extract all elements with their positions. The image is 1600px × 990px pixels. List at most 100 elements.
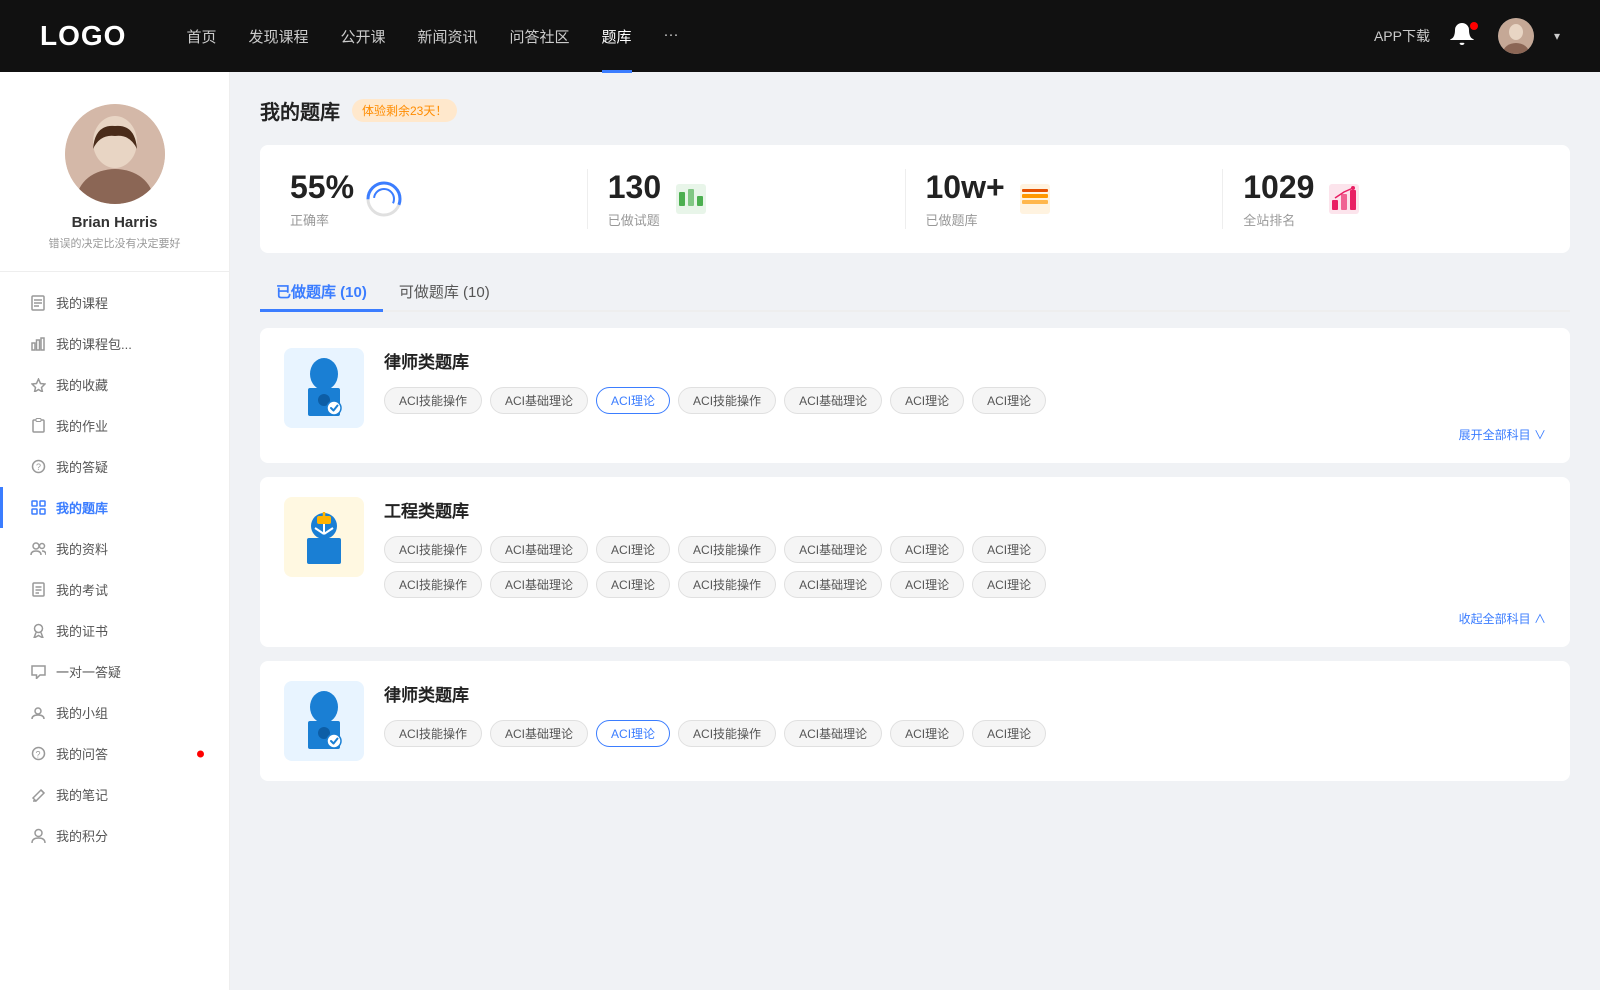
sidebar-item-favorites[interactable]: 我的收藏 bbox=[0, 364, 229, 405]
rank-icon bbox=[1326, 181, 1362, 217]
qbank-title-2: 工程类题库 bbox=[384, 497, 1546, 522]
sidebar-label: 我的作业 bbox=[56, 416, 108, 435]
sidebar-profile: Brian Harris 错误的决定比没有决定要好 bbox=[0, 96, 229, 272]
sidebar-item-my-qa[interactable]: ? 我的答疑 bbox=[0, 446, 229, 487]
user-star-icon bbox=[30, 828, 46, 844]
sidebar-item-homework[interactable]: 我的作业 bbox=[0, 405, 229, 446]
bar-chart-icon bbox=[30, 336, 46, 352]
clipboard-icon bbox=[30, 418, 46, 434]
nav-logo: LOGO bbox=[40, 20, 126, 52]
tag-2-4[interactable]: ACI基础理论 bbox=[784, 536, 882, 563]
tag-2b-1[interactable]: ACI基础理论 bbox=[490, 571, 588, 598]
bell-icon[interactable] bbox=[1450, 22, 1478, 50]
sidebar-label: 我的考试 bbox=[56, 580, 108, 599]
profile-motto: 错误的决定比没有决定要好 bbox=[49, 235, 181, 251]
tag-2-0[interactable]: ACI技能操作 bbox=[384, 536, 482, 563]
tag-3-2[interactable]: ACI理论 bbox=[596, 720, 670, 747]
tag-1-2[interactable]: ACI理论 bbox=[596, 387, 670, 414]
nav-item-courses[interactable]: 发现课程 bbox=[248, 26, 308, 47]
tab-done-banks[interactable]: 已做题库 (10) bbox=[260, 273, 383, 310]
tag-2b-0[interactable]: ACI技能操作 bbox=[384, 571, 482, 598]
nav-item-open[interactable]: 公开课 bbox=[340, 26, 385, 47]
tag-3-4[interactable]: ACI基础理论 bbox=[784, 720, 882, 747]
profile-avatar bbox=[65, 104, 165, 204]
tab-available-banks[interactable]: 可做题库 (10) bbox=[383, 273, 506, 310]
qbank-card-lawyer-1: 律师类题库 ACI技能操作 ACI基础理论 ACI理论 ACI技能操作 ACI基… bbox=[260, 328, 1570, 463]
tag-2-1[interactable]: ACI基础理论 bbox=[490, 536, 588, 563]
nav-item-home[interactable]: 首页 bbox=[186, 26, 216, 47]
stat-accuracy: 55% 正确率 bbox=[290, 169, 588, 229]
tag-2-2[interactable]: ACI理论 bbox=[596, 536, 670, 563]
sidebar-item-my-qbank[interactable]: 我的题库 bbox=[0, 487, 229, 528]
user-dropdown-arrow[interactable]: ▾ bbox=[1554, 29, 1560, 43]
qbank-content-1: 律师类题库 ACI技能操作 ACI基础理论 ACI理论 ACI技能操作 ACI基… bbox=[384, 348, 1546, 443]
nav-item-qbank[interactable]: 题库 bbox=[602, 26, 632, 47]
tag-2-3[interactable]: ACI技能操作 bbox=[678, 536, 776, 563]
qbank-icon-lawyer bbox=[284, 348, 364, 428]
award-icon bbox=[30, 623, 46, 639]
tag-3-1[interactable]: ACI基础理论 bbox=[490, 720, 588, 747]
edit-icon bbox=[30, 787, 46, 803]
sidebar-label: 我的资料 bbox=[56, 539, 108, 558]
sidebar-label: 我的课程 bbox=[56, 293, 108, 312]
stat-banks-number: 10w+ bbox=[926, 169, 1005, 206]
bell-notification-dot bbox=[1470, 22, 1478, 30]
tag-3-3[interactable]: ACI技能操作 bbox=[678, 720, 776, 747]
sidebar: Brian Harris 错误的决定比没有决定要好 我的课程 我的课程包... bbox=[0, 72, 230, 990]
sidebar-item-my-data[interactable]: 我的资料 bbox=[0, 528, 229, 569]
sidebar-label: 我的题库 bbox=[56, 498, 108, 517]
app-download-button[interactable]: APP下载 bbox=[1374, 26, 1430, 46]
svg-text:?: ? bbox=[35, 750, 40, 760]
tags-row-3: ACI技能操作 ACI基础理论 ACI理论 ACI技能操作 ACI基础理论 AC… bbox=[384, 720, 1546, 747]
tag-2-5[interactable]: ACI理论 bbox=[890, 536, 964, 563]
tag-1-4[interactable]: ACI基础理论 bbox=[784, 387, 882, 414]
sidebar-item-my-notes[interactable]: 我的笔记 bbox=[0, 774, 229, 815]
sidebar-item-my-questions[interactable]: ? 我的问答 bbox=[0, 733, 229, 774]
file-icon bbox=[30, 295, 46, 311]
nav-links: 首页 发现课程 公开课 新闻资讯 问答社区 题库 ··· bbox=[186, 26, 1374, 47]
tag-1-3[interactable]: ACI技能操作 bbox=[678, 387, 776, 414]
sidebar-label: 我的笔记 bbox=[56, 785, 108, 804]
qbank-content-3: 律师类题库 ACI技能操作 ACI基础理论 ACI理论 ACI技能操作 ACI基… bbox=[384, 681, 1546, 755]
stats-card: 55% 正确率 130 已做试题 bbox=[260, 145, 1570, 253]
help-circle-icon: ? bbox=[30, 459, 46, 475]
nav-right: APP下载 ▾ bbox=[1374, 18, 1560, 54]
notification-dot bbox=[197, 750, 204, 757]
sidebar-item-my-points[interactable]: 我的积分 bbox=[0, 815, 229, 856]
tag-2b-2[interactable]: ACI理论 bbox=[596, 571, 670, 598]
expand-link-2[interactable]: 收起全部科目 ∧ bbox=[384, 606, 1546, 627]
content-tabs: 已做题库 (10) 可做题库 (10) bbox=[260, 273, 1570, 312]
page-layout: Brian Harris 错误的决定比没有决定要好 我的课程 我的课程包... bbox=[0, 72, 1600, 990]
tag-2b-5[interactable]: ACI理论 bbox=[890, 571, 964, 598]
qbank-title-1: 律师类题库 bbox=[384, 348, 1546, 373]
user-avatar[interactable] bbox=[1498, 18, 1534, 54]
sidebar-item-certificate[interactable]: 我的证书 bbox=[0, 610, 229, 651]
sidebar-label: 我的收藏 bbox=[56, 375, 108, 394]
tag-1-5[interactable]: ACI理论 bbox=[890, 387, 964, 414]
sidebar-item-course-package[interactable]: 我的课程包... bbox=[0, 323, 229, 364]
sidebar-item-my-group[interactable]: 我的小组 bbox=[0, 692, 229, 733]
tag-3-0[interactable]: ACI技能操作 bbox=[384, 720, 482, 747]
tag-1-6[interactable]: ACI理论 bbox=[972, 387, 1046, 414]
tag-2-6[interactable]: ACI理论 bbox=[972, 536, 1046, 563]
navbar: LOGO 首页 发现课程 公开课 新闻资讯 问答社区 题库 ··· APP下载 … bbox=[0, 0, 1600, 72]
nav-item-news[interactable]: 新闻资讯 bbox=[418, 26, 478, 47]
sidebar-label: 我的证书 bbox=[56, 621, 108, 640]
tag-2b-3[interactable]: ACI技能操作 bbox=[678, 571, 776, 598]
q-circle-icon: ? bbox=[30, 746, 46, 762]
tag-1-1[interactable]: ACI基础理论 bbox=[490, 387, 588, 414]
sidebar-item-my-courses[interactable]: 我的课程 bbox=[0, 282, 229, 323]
trial-badge: 体验剩余23天！ bbox=[352, 99, 457, 122]
nav-item-more[interactable]: ··· bbox=[664, 26, 679, 47]
tag-1-0[interactable]: ACI技能操作 bbox=[384, 387, 482, 414]
nav-item-qa[interactable]: 问答社区 bbox=[510, 26, 570, 47]
tag-2b-4[interactable]: ACI基础理论 bbox=[784, 571, 882, 598]
sidebar-label: 一对一答疑 bbox=[56, 662, 121, 681]
tag-2b-6[interactable]: ACI理论 bbox=[972, 571, 1046, 598]
sidebar-menu: 我的课程 我的课程包... 我的收藏 我的作业 bbox=[0, 272, 229, 866]
sidebar-item-my-exams[interactable]: 我的考试 bbox=[0, 569, 229, 610]
sidebar-item-one-on-one[interactable]: 一对一答疑 bbox=[0, 651, 229, 692]
tag-3-6[interactable]: ACI理论 bbox=[972, 720, 1046, 747]
tag-3-5[interactable]: ACI理论 bbox=[890, 720, 964, 747]
expand-link-1[interactable]: 展开全部科目 ∨ bbox=[384, 422, 1546, 443]
